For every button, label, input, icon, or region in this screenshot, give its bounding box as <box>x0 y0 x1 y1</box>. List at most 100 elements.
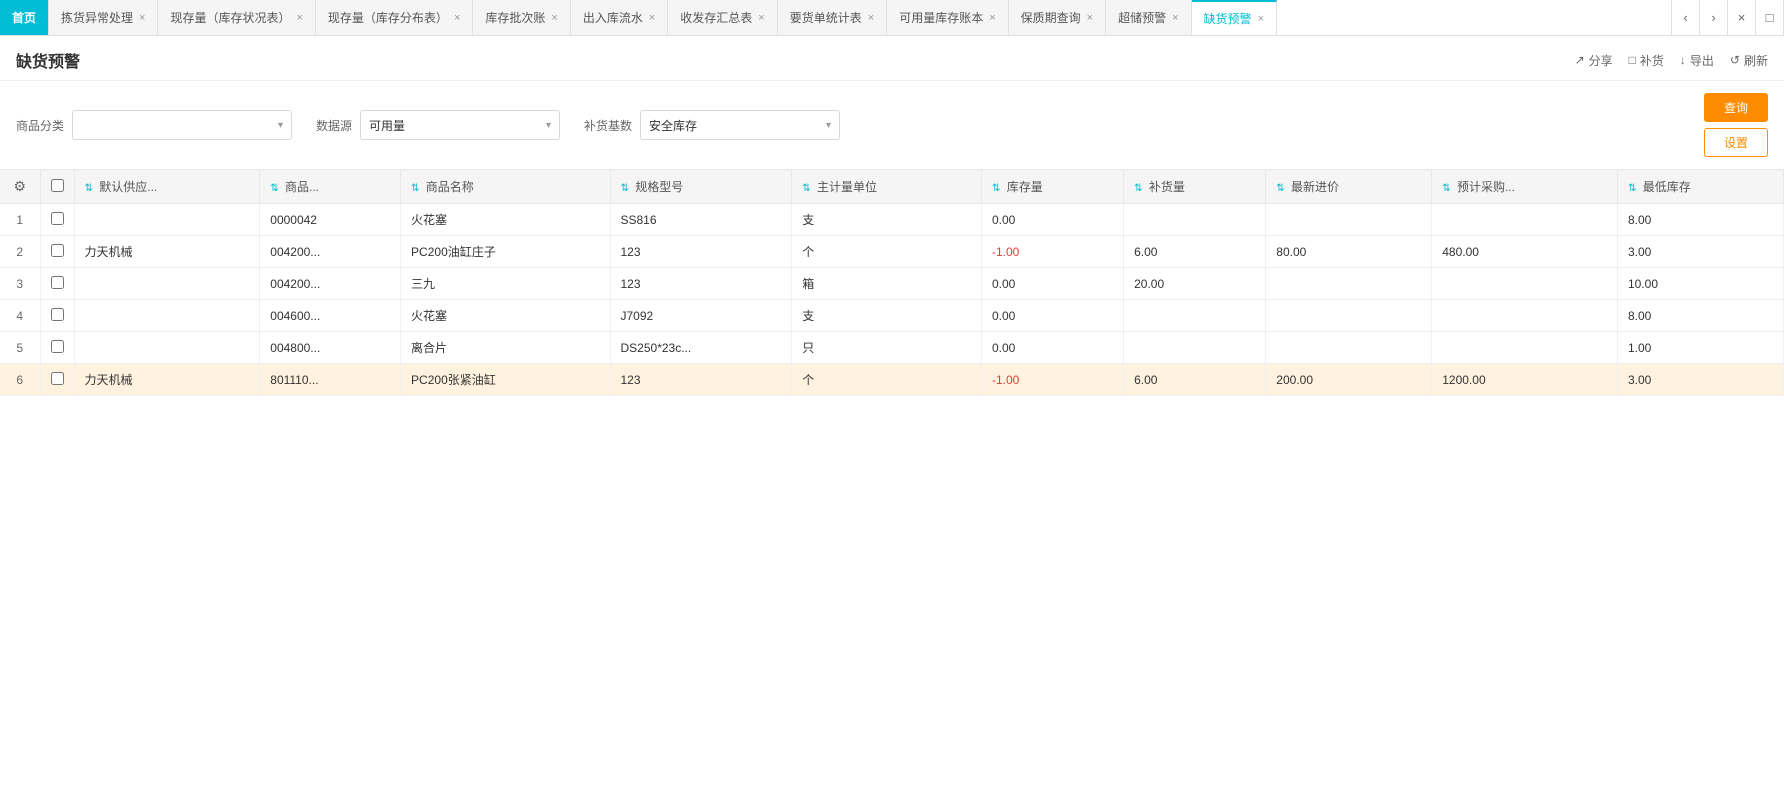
table-row: 4 004600... 火花塞 J7092 支 0.00 8.00 <box>0 300 1784 332</box>
row-product-name-1: PC200油缸庄子 <box>401 236 610 268</box>
tab-close-all-button[interactable]: × <box>1728 0 1756 35</box>
share-button[interactable]: ↗ 分享 <box>1575 52 1613 69</box>
row-spec-3: J7092 <box>610 300 792 332</box>
row-estimated-purchase-1: 480.00 <box>1432 236 1618 268</box>
tab-item-7[interactable]: 要货单统计表 × <box>778 0 887 35</box>
th-min-stock: ⇅ 最低库存 <box>1618 170 1784 204</box>
tab-item-5[interactable]: 出入库流水× <box>571 0 668 35</box>
row-unit-2: 箱 <box>792 268 982 300</box>
refresh-button[interactable]: ↺ 刷新 <box>1730 52 1768 69</box>
select-all-checkbox[interactable] <box>51 179 64 192</box>
query-button[interactable]: 查询 <box>1704 93 1768 122</box>
replenish-base-label: 补货基数 <box>584 117 632 134</box>
estimated-purchase-sort-icon: ⇅ <box>1442 183 1450 194</box>
row-product-name-0: 火花塞 <box>401 204 610 236</box>
tab-item-4[interactable]: 库存批次账× <box>473 0 570 35</box>
th-product-name-label: 商品名称 <box>426 180 474 194</box>
row-stock-0: 0.00 <box>981 204 1123 236</box>
row-spec-1: 123 <box>610 236 792 268</box>
min-stock-sort-icon: ⇅ <box>1628 183 1636 194</box>
tab-item-2[interactable]: 现存量（库存状况表）× <box>158 0 315 35</box>
th-spec: ⇅ 规格型号 <box>610 170 792 204</box>
row-select-1[interactable] <box>51 244 64 257</box>
tab-close-1[interactable]: × <box>139 12 145 24</box>
table-row: 5 004800... 离合片 DS250*23c... 只 0.00 1.00 <box>0 332 1784 364</box>
settings-button[interactable]: 设置 <box>1704 128 1768 157</box>
unit-sort-icon: ⇅ <box>802 183 810 194</box>
tab-label-6: 收发存汇总表 <box>680 9 752 26</box>
row-spec-4: DS250*23c... <box>610 332 792 364</box>
th-supplier-label: 默认供应... <box>99 180 157 194</box>
tab-prev-button[interactable]: ‹ <box>1672 0 1700 35</box>
share-icon: ↗ <box>1575 53 1585 67</box>
action-buttons: 查询 设置 <box>1704 93 1768 157</box>
share-label: 分享 <box>1589 52 1613 69</box>
table-row: 3 004200... 三九 123 箱 0.00 20.00 10.00 <box>0 268 1784 300</box>
tab-close-9[interactable]: × <box>1087 12 1093 24</box>
tab-nav-buttons: ‹ › × □ <box>1671 0 1784 35</box>
row-min-stock-0: 8.00 <box>1618 204 1784 236</box>
tab-close-4[interactable]: × <box>551 12 557 24</box>
row-stock-4: 0.00 <box>981 332 1123 364</box>
tab-label-7: 要货单统计表 <box>790 9 862 26</box>
tab-close-11[interactable]: × <box>1258 13 1264 25</box>
tab-item-10[interactable]: 超储预警× <box>1106 0 1191 35</box>
th-min-stock-label: 最低库存 <box>1643 180 1691 194</box>
page-content: 缺货预警 ↗ 分享 □ 补货 ↓ 导出 ↺ 刷新 商品分类 <box>0 36 1784 796</box>
row-num-2: 3 <box>0 268 40 300</box>
row-num-1: 2 <box>0 236 40 268</box>
tab-close-5[interactable]: × <box>649 12 655 24</box>
datasource-dropdown-icon: ▾ <box>546 120 551 131</box>
latest-price-sort-icon: ⇅ <box>1276 183 1284 194</box>
tab-close-8[interactable]: × <box>989 12 995 24</box>
tab-close-2[interactable]: × <box>296 12 302 24</box>
export-icon: ↓ <box>1680 53 1686 67</box>
tab-item-3[interactable]: 现存量（库存分布表）× <box>316 0 473 35</box>
tab-maximize-button[interactable]: □ <box>1756 0 1784 35</box>
row-num-5: 6 <box>0 364 40 396</box>
row-num-3: 4 <box>0 300 40 332</box>
row-spec-0: SS816 <box>610 204 792 236</box>
row-select-5[interactable] <box>51 372 64 385</box>
row-select-3[interactable] <box>51 308 64 321</box>
row-min-stock-5: 3.00 <box>1618 364 1784 396</box>
row-checkbox-5 <box>40 364 74 396</box>
tab-label-8: 可用量库存账本 <box>899 9 983 26</box>
tab-next-button[interactable]: › <box>1700 0 1728 35</box>
row-estimated-purchase-0 <box>1432 204 1618 236</box>
tab-item-8[interactable]: 可用量库存账本 × <box>887 0 1008 35</box>
replenish-base-select[interactable]: 安全库存 ▾ <box>640 110 840 140</box>
th-supplier: ⇅ 默认供应... <box>74 170 260 204</box>
datasource-label: 数据源 <box>316 117 352 134</box>
table-header-row: ⚙ ⇅ 默认供应... ⇅ 商品... ⇅ 商品名称 <box>0 170 1784 204</box>
row-select-2[interactable] <box>51 276 64 289</box>
row-product-code-1: 004200... <box>260 236 401 268</box>
row-stock-1: -1.00 <box>981 236 1123 268</box>
export-button[interactable]: ↓ 导出 <box>1680 52 1714 69</box>
table-row: 2 力天机械 004200... PC200油缸庄子 123 个 -1.00 6… <box>0 236 1784 268</box>
tab-item-6[interactable]: 收发存汇总表 × <box>668 0 777 35</box>
row-product-name-4: 离合片 <box>401 332 610 364</box>
table-gear-icon[interactable]: ⚙ <box>13 178 26 194</box>
row-select-4[interactable] <box>51 340 64 353</box>
tab-close-6[interactable]: × <box>758 12 764 24</box>
tab-close-10[interactable]: × <box>1172 12 1178 24</box>
datasource-filter: 数据源 可用量 ▾ <box>316 110 560 140</box>
row-estimated-purchase-2 <box>1432 268 1618 300</box>
tab-item-9[interactable]: 保质期查询× <box>1009 0 1106 35</box>
row-product-code-2: 004200... <box>260 268 401 300</box>
row-select-0[interactable] <box>51 212 64 225</box>
replenish-button[interactable]: □ 补货 <box>1629 52 1664 69</box>
row-spec-5: 123 <box>610 364 792 396</box>
supplier-sort-icon: ⇅ <box>85 183 93 194</box>
tab-close-3[interactable]: × <box>454 12 460 24</box>
export-label: 导出 <box>1690 52 1714 69</box>
row-unit-4: 只 <box>792 332 982 364</box>
th-estimated-purchase-label: 预计采购... <box>1457 180 1515 194</box>
tab-close-7[interactable]: × <box>868 12 874 24</box>
datasource-select[interactable]: 可用量 ▾ <box>360 110 560 140</box>
category-select[interactable]: ▾ <box>72 110 292 140</box>
tab-item-0[interactable]: 首页 <box>0 0 49 35</box>
tab-item-1[interactable]: 拣货异常处理× <box>49 0 158 35</box>
tab-item-11[interactable]: 缺货预警× <box>1192 0 1277 35</box>
